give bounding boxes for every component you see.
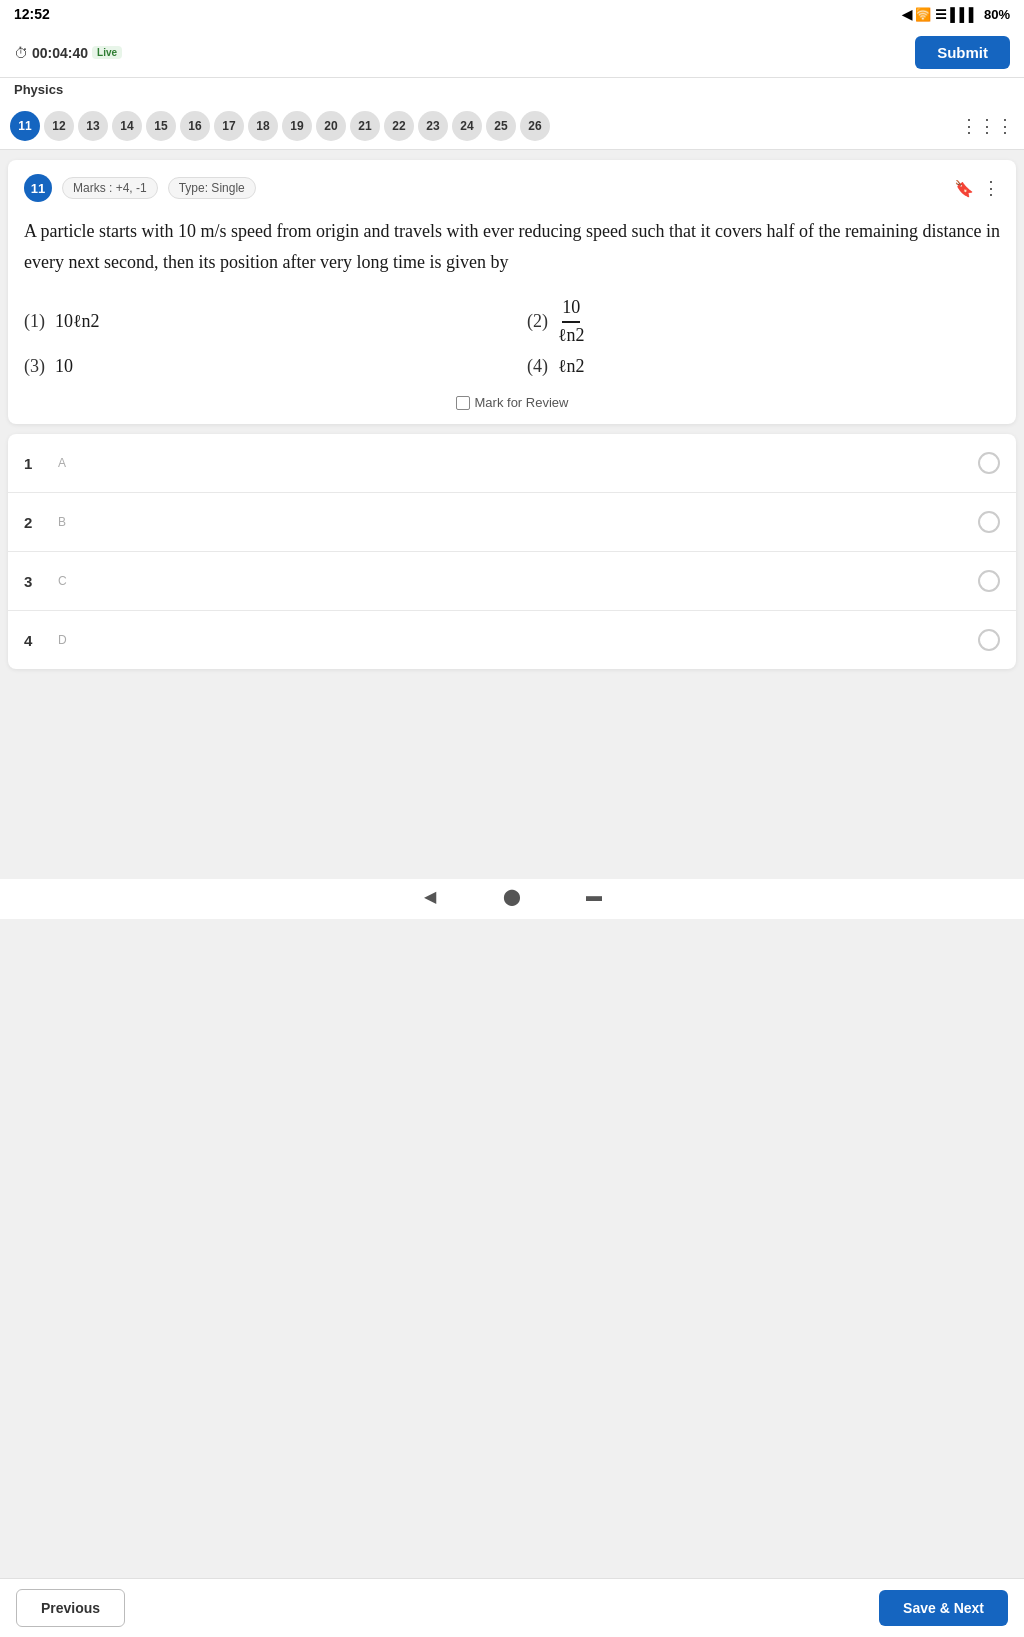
- status-bar: 12:52 ◀ 🛜 ☰ ▌▌▌ 80%: [0, 0, 1024, 28]
- battery-display: 80%: [984, 7, 1010, 22]
- answer-radio-4[interactable]: [978, 629, 1000, 651]
- meta-icons: 🔖 ⋮: [954, 177, 1000, 199]
- answer-row-4-num: 4: [24, 632, 44, 649]
- more-options-icon[interactable]: ⋮: [982, 177, 1000, 199]
- option-2-label: (2): [527, 311, 548, 332]
- answer-row-3-num: 3: [24, 573, 44, 590]
- q-num-19[interactable]: 19: [282, 111, 312, 141]
- option-3[interactable]: (3) 10: [24, 356, 497, 377]
- header-left: ⏱ 00:04:40 Live: [14, 45, 122, 61]
- q-num-16[interactable]: 16: [180, 111, 210, 141]
- recent-nav-icon[interactable]: ▬: [583, 885, 605, 907]
- back-nav-icon[interactable]: ◀: [419, 885, 441, 907]
- answer-row-2[interactable]: 2 B: [8, 493, 1016, 552]
- grid-icon[interactable]: ⋮⋮⋮: [960, 115, 1014, 137]
- option-1-value: 10ℓn2: [55, 311, 100, 332]
- q-num-23[interactable]: 23: [418, 111, 448, 141]
- timer-icon: ⏱: [14, 45, 28, 61]
- q-num-20[interactable]: 20: [316, 111, 346, 141]
- option-3-value: 10: [55, 356, 73, 377]
- review-checkbox[interactable]: [456, 396, 470, 410]
- question-area: 11 Marks : +4, -1 Type: Single 🔖 ⋮ A par…: [8, 160, 1016, 424]
- option-2-value: 10 ℓn2: [558, 297, 585, 346]
- answer-row-3-label: C: [58, 574, 72, 588]
- answer-radio-2[interactable]: [978, 511, 1000, 533]
- options-grid: (1) 10ℓn2 (2) 10 ℓn2 (3) 10 (4) ℓn2: [24, 297, 1000, 377]
- answer-row-1[interactable]: 1 A: [8, 434, 1016, 493]
- q-num-14[interactable]: 14: [112, 111, 142, 141]
- answer-section: 1 A 2 B 3 C 4 D: [8, 434, 1016, 669]
- answer-row-4-label: D: [58, 633, 72, 647]
- option-4[interactable]: (4) ℓn2: [527, 356, 1000, 377]
- android-nav: ◀ ⬤ ▬: [0, 879, 1024, 919]
- mark-review-button[interactable]: Mark for Review: [456, 395, 569, 410]
- answer-row-1-num: 1: [24, 455, 44, 472]
- home-nav-icon[interactable]: ⬤: [501, 885, 523, 907]
- q-num-12[interactable]: 12: [44, 111, 74, 141]
- option-4-label: (4): [527, 356, 548, 377]
- option-4-value: ℓn2: [558, 356, 585, 377]
- answer-row-2-num: 2: [24, 514, 44, 531]
- option-1-label: (1): [24, 311, 45, 332]
- question-text: A particle starts with 10 m/s speed from…: [24, 216, 1000, 277]
- signal-icon: ◀ 🛜 ☰ ▌▌▌: [902, 7, 978, 22]
- answer-radio-1[interactable]: [978, 452, 1000, 474]
- question-strip: 11 12 13 14 15 16 17 18 19 20 21 22 23 2…: [0, 103, 1024, 150]
- time-display: 12:52: [14, 6, 50, 22]
- status-icons: ◀ 🛜 ☰ ▌▌▌ 80%: [902, 7, 1011, 22]
- previous-button[interactable]: Previous: [16, 1589, 125, 1627]
- q-num-21[interactable]: 21: [350, 111, 380, 141]
- q-num-15[interactable]: 15: [146, 111, 176, 141]
- marks-badge: Marks : +4, -1: [62, 177, 158, 199]
- live-badge: Live: [92, 46, 122, 59]
- header: ⏱ 00:04:40 Live Submit: [0, 28, 1024, 78]
- question-meta: 11 Marks : +4, -1 Type: Single 🔖 ⋮: [24, 174, 1000, 202]
- timer-value: 00:04:40: [32, 45, 88, 61]
- option-2[interactable]: (2) 10 ℓn2: [527, 297, 1000, 346]
- answer-row-2-label: B: [58, 515, 72, 529]
- answer-row-3[interactable]: 3 C: [8, 552, 1016, 611]
- option-3-label: (3): [24, 356, 45, 377]
- subject-label: Physics: [0, 78, 1024, 103]
- save-next-button[interactable]: Save & Next: [879, 1590, 1008, 1626]
- q-num-17[interactable]: 17: [214, 111, 244, 141]
- type-badge: Type: Single: [168, 177, 256, 199]
- q-num-22[interactable]: 22: [384, 111, 414, 141]
- q-num-25[interactable]: 25: [486, 111, 516, 141]
- answer-radio-3[interactable]: [978, 570, 1000, 592]
- submit-button[interactable]: Submit: [915, 36, 1010, 69]
- q-num-13[interactable]: 13: [78, 111, 108, 141]
- timer-area: ⏱ 00:04:40 Live: [14, 45, 122, 61]
- option-1[interactable]: (1) 10ℓn2: [24, 297, 497, 346]
- answer-row-4[interactable]: 4 D: [8, 611, 1016, 669]
- mark-review-area: Mark for Review: [24, 395, 1000, 410]
- bottom-navigation: Previous Save & Next: [0, 1578, 1024, 1637]
- answer-row-1-label: A: [58, 456, 72, 470]
- bookmark-icon[interactable]: 🔖: [954, 179, 974, 198]
- q-num-11[interactable]: 11: [10, 111, 40, 141]
- mark-review-label: Mark for Review: [475, 395, 569, 410]
- q-num-26[interactable]: 26: [520, 111, 550, 141]
- q-num-18[interactable]: 18: [248, 111, 278, 141]
- question-number-badge: 11: [24, 174, 52, 202]
- q-num-24[interactable]: 24: [452, 111, 482, 141]
